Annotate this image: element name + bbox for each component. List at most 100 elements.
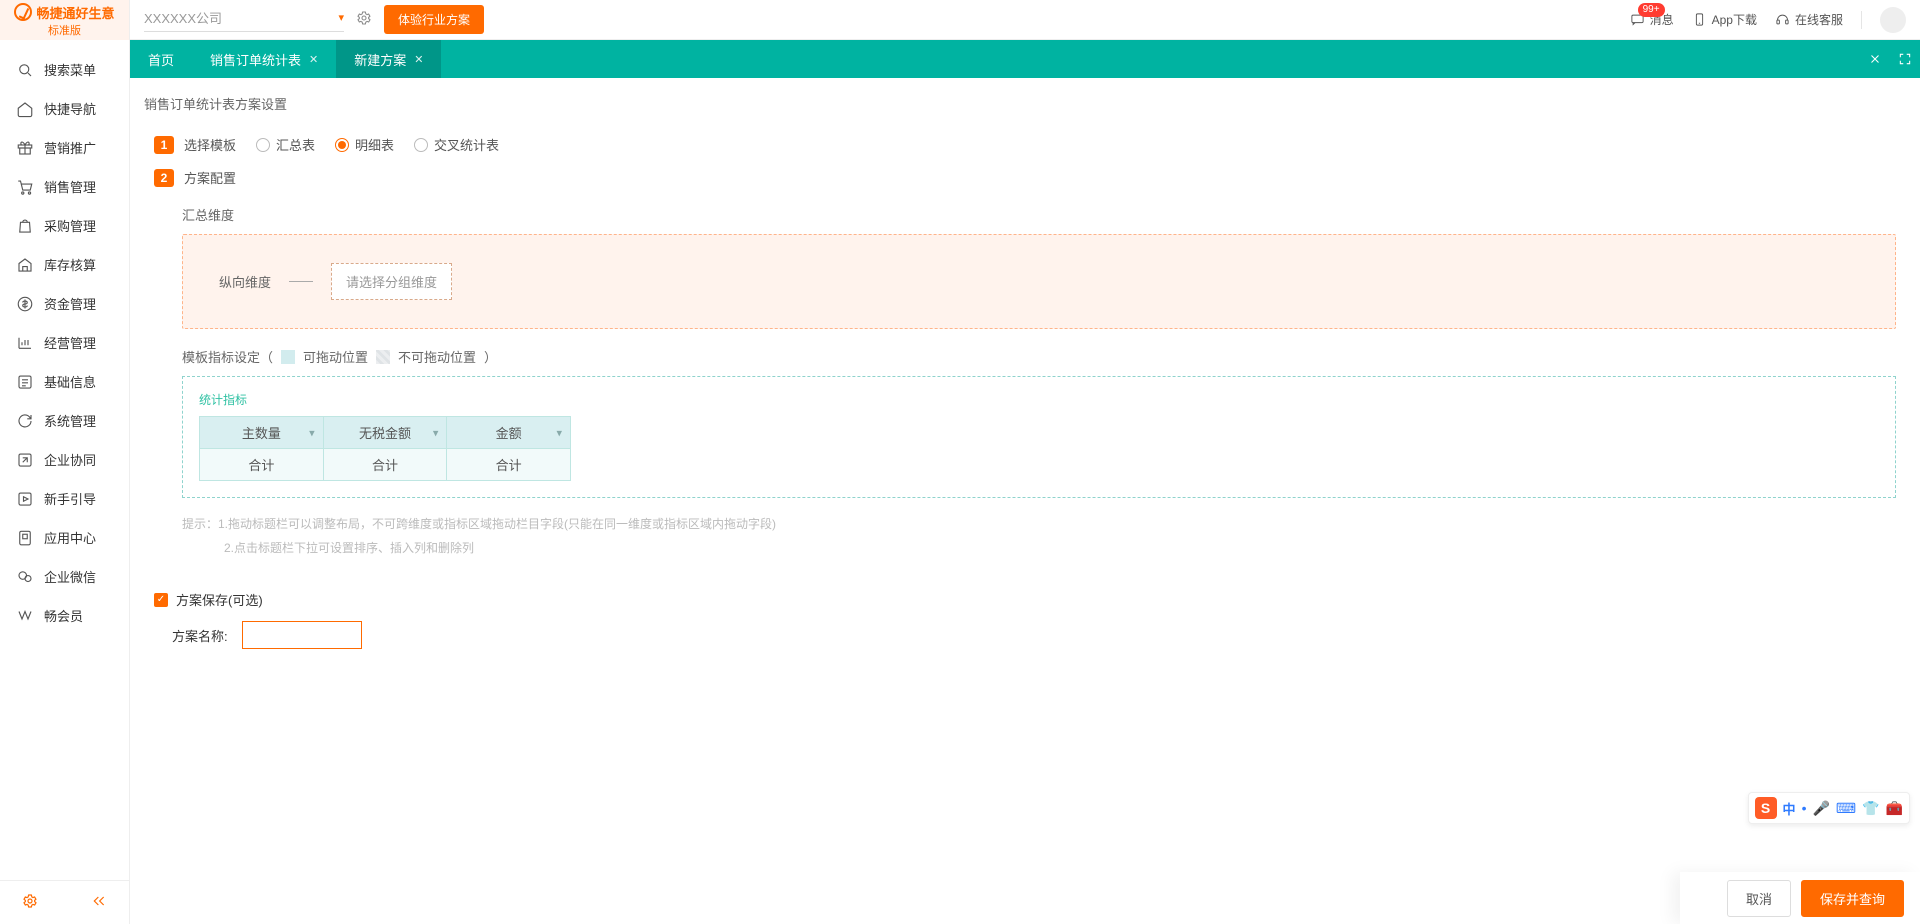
- checkbox-icon[interactable]: ✓: [154, 593, 168, 607]
- step-2-row: 2 方案配置: [154, 168, 1896, 187]
- tab-label: 新建方案: [354, 50, 406, 69]
- radio-icon: [414, 138, 428, 152]
- save-check-label: 方案保存(可选): [176, 590, 263, 609]
- divider: [1861, 11, 1862, 29]
- indicator-head-cell-2[interactable]: 金额▾: [447, 417, 570, 448]
- radio-icon: [256, 138, 270, 152]
- tabstrip: 首页销售订单统计表 ✕ 新建方案 ✕: [130, 40, 1920, 78]
- ime-keyboard-icon[interactable]: ⌨: [1836, 800, 1856, 817]
- chevron-down-icon[interactable]: ▾: [556, 426, 562, 439]
- brand-logo-icon: [14, 3, 32, 21]
- close-icon[interactable]: ✕: [309, 53, 318, 66]
- list-icon: [16, 373, 34, 391]
- vip-icon: [16, 607, 34, 625]
- wechat-icon: [16, 568, 34, 586]
- tab-0[interactable]: 首页: [130, 40, 192, 78]
- app-download-link[interactable]: App下载: [1692, 11, 1757, 28]
- sidebar-item-10[interactable]: 企业协同: [0, 440, 129, 479]
- radio-label: 汇总表: [276, 135, 315, 154]
- sidebar-item-14[interactable]: 畅会员: [0, 596, 129, 635]
- sidebar-item-4[interactable]: 采购管理: [0, 206, 129, 245]
- ime-lang[interactable]: 中: [1783, 799, 1796, 818]
- template-radio-2[interactable]: 交叉统计表: [414, 135, 499, 154]
- ime-skin-icon[interactable]: 👕: [1862, 800, 1879, 817]
- company-select[interactable]: XXXXXX公司 ▾: [144, 8, 344, 32]
- close-icon[interactable]: ✕: [414, 53, 423, 66]
- sidebar-item-label: 基础信息: [44, 372, 96, 391]
- indicator-head-cell-0[interactable]: 主数量▾: [200, 417, 324, 448]
- app-icon: [16, 529, 34, 547]
- play-icon: [16, 490, 34, 508]
- topbar-settings-icon[interactable]: [356, 10, 372, 29]
- sidebar-item-label: 应用中心: [44, 528, 96, 547]
- save-name-input[interactable]: [242, 621, 362, 649]
- brand-name: 畅捷通好生意: [36, 3, 114, 22]
- sidebar-item-2[interactable]: 营销推广: [0, 128, 129, 167]
- save-check-row[interactable]: ✓ 方案保存(可选): [154, 576, 1896, 617]
- collapse-icon[interactable]: [91, 893, 107, 912]
- indicator-box: 统计指标 主数量▾无税金额▾金额▾ 合计合计合计: [182, 376, 1896, 498]
- tab-1[interactable]: 销售订单统计表 ✕: [192, 40, 336, 78]
- sidebar-item-9[interactable]: 系统管理: [0, 401, 129, 440]
- template-radio-group: 汇总表 明细表 交叉统计表: [256, 135, 499, 154]
- hints: 提示：1.拖动标题栏可以调整布局，不可跨维度或指标区域拖动栏目字段(只能在同一维…: [182, 512, 1896, 560]
- template-radio-1[interactable]: 明细表: [335, 135, 394, 154]
- sidebar-item-1[interactable]: 快捷导航: [0, 89, 129, 128]
- chevron-down-icon[interactable]: ▾: [433, 426, 439, 439]
- save-query-button[interactable]: 保存并查询: [1801, 880, 1904, 917]
- hint-2: 2.点击标题栏下拉可设置排序、插入列和删除列: [182, 536, 1896, 560]
- content: 销售订单统计表方案设置 1 选择模板 汇总表明细表交叉统计表 2 方案配置 汇总…: [130, 78, 1920, 924]
- ime-toolbar[interactable]: S 中 • 🎤 ⌨ 👕 🧰: [1748, 792, 1910, 824]
- settings-icon[interactable]: [22, 893, 38, 912]
- save-name-label: 方案名称:: [172, 626, 228, 645]
- tab-label: 销售订单统计表: [210, 50, 301, 69]
- chart-icon: [16, 334, 34, 352]
- indicator-legend: 模板指标设定（ 可拖动位置 不可拖动位置 ）: [182, 347, 1896, 366]
- footer-actions: 取消 保存并查询: [1680, 872, 1920, 924]
- hint-1: 提示：1.拖动标题栏可以调整布局，不可跨维度或指标区域拖动栏目字段(只能在同一维…: [182, 512, 1896, 536]
- ime-mic-icon[interactable]: 🎤: [1812, 800, 1829, 817]
- ime-toolbox-icon[interactable]: 🧰: [1886, 800, 1903, 817]
- nav: 搜索菜单快捷导航营销推广销售管理采购管理库存核算资金管理经营管理基础信息系统管理…: [0, 40, 129, 880]
- sidebar-item-8[interactable]: 基础信息: [0, 362, 129, 401]
- radio-icon: [335, 138, 349, 152]
- sidebar-item-11[interactable]: 新手引导: [0, 479, 129, 518]
- dimension-section-label: 汇总维度: [154, 201, 1896, 234]
- swatch-nodrag-icon: [376, 350, 390, 364]
- link-icon: [16, 451, 34, 469]
- wallet-icon: [16, 295, 34, 313]
- sidebar-item-label: 库存核算: [44, 255, 96, 274]
- indicator-body-cell-0: 合计: [200, 449, 324, 480]
- house-icon: [16, 256, 34, 274]
- sidebar-item-label: 资金管理: [44, 294, 96, 313]
- brand-edition: 标准版: [48, 22, 81, 38]
- ime-dot-icon[interactable]: •: [1802, 800, 1807, 817]
- template-radio-0[interactable]: 汇总表: [256, 135, 315, 154]
- avatar[interactable]: [1880, 7, 1906, 33]
- dimension-line-icon: [289, 281, 313, 282]
- chevron-down-icon[interactable]: ▾: [309, 426, 315, 439]
- sidebar-item-label: 快捷导航: [44, 99, 96, 118]
- sidebar-item-5[interactable]: 库存核算: [0, 245, 129, 284]
- indicator-head-cell-1[interactable]: 无税金额▾: [324, 417, 448, 448]
- tab-2[interactable]: 新建方案 ✕: [336, 40, 441, 78]
- dimension-select[interactable]: 请选择分组维度: [331, 263, 452, 300]
- tab-close-all-button[interactable]: [1860, 52, 1890, 66]
- try-plan-button[interactable]: 体验行业方案: [384, 5, 484, 34]
- sidebar-item-12[interactable]: 应用中心: [0, 518, 129, 557]
- fullscreen-button[interactable]: [1890, 52, 1920, 66]
- sidebar-item-label: 销售管理: [44, 177, 96, 196]
- sidebar-item-3[interactable]: 销售管理: [0, 167, 129, 206]
- sidebar-item-7[interactable]: 经营管理: [0, 323, 129, 362]
- sidebar-item-0[interactable]: 搜索菜单: [0, 50, 129, 89]
- sidebar-item-label: 新手引导: [44, 489, 96, 508]
- indicator-head-label: 统计指标: [199, 391, 1879, 408]
- indicator-body-cell-2: 合计: [447, 449, 570, 480]
- sidebar-item-label: 搜索菜单: [44, 60, 96, 79]
- sidebar-item-6[interactable]: 资金管理: [0, 284, 129, 323]
- sidebar-item-13[interactable]: 企业微信: [0, 557, 129, 596]
- cancel-button[interactable]: 取消: [1727, 880, 1791, 917]
- message-link[interactable]: 99+ 消息: [1630, 11, 1674, 28]
- online-service-link[interactable]: 在线客服: [1775, 11, 1843, 28]
- step-1-title: 选择模板: [184, 135, 236, 154]
